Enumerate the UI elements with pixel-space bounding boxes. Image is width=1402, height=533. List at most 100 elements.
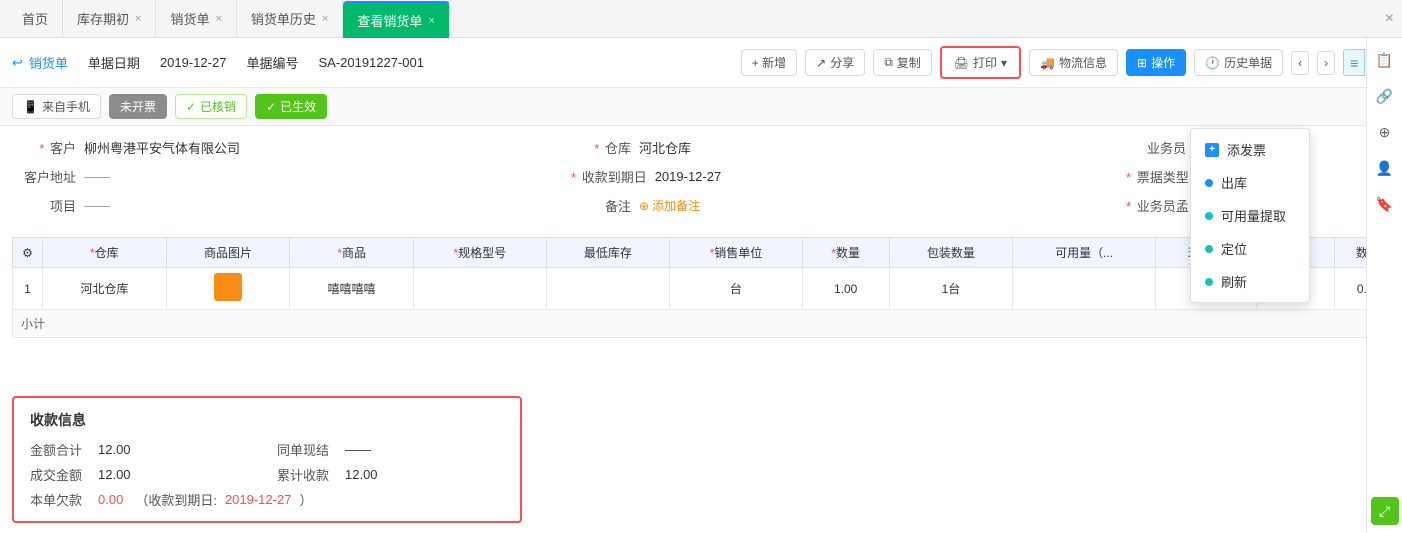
address-field: 客户地址 ——: [16, 167, 571, 186]
tab-view-sales[interactable]: 查看销货单 ×: [343, 1, 449, 38]
sidebar-icon-expand[interactable]: ⤢: [1371, 497, 1399, 525]
project-label: 项目: [16, 196, 76, 215]
tab-home[interactable]: 首页: [8, 0, 63, 37]
copy-icon: ⧉: [884, 55, 893, 70]
sidebar-icon-user[interactable]: 👤: [1371, 154, 1399, 182]
check2-icon: ✓: [266, 100, 276, 114]
check-icon: ✓: [186, 100, 196, 114]
table-header-row: ⚙ *仓库 商品图片 *商品 *规格型号 最低库存 *销售单位 *数量 包装数量…: [13, 238, 1390, 268]
summary-row-received: 累计收款 12.00: [277, 465, 504, 484]
refresh-label: 刷新: [1221, 272, 1247, 291]
locate-label: 定位: [1221, 239, 1247, 258]
payment-date-value: 2019-12-27: [655, 169, 722, 184]
not-opened-button[interactable]: 未开票: [109, 94, 167, 119]
received-label: 累计收款: [277, 465, 337, 484]
form-row-2: 客户地址 —— * 收款到期日 2019-12-27 * 票据类型 不开票: [16, 167, 1386, 186]
tab-sales-history-close[interactable]: ×: [322, 13, 328, 25]
form-row-3: 项目 —— 备注 ⊕ 添加备注 * 业务员孟 ——: [16, 196, 1386, 215]
cell-available: [1013, 268, 1156, 310]
summary-row-total: 金额合计 12.00: [30, 440, 257, 459]
col-available: 可用量（...: [1013, 238, 1156, 268]
customer-label: * 客户: [16, 138, 76, 157]
share-button[interactable]: ↗ 分享: [805, 49, 865, 76]
doc-number-label: 单据编号: [246, 53, 298, 72]
tab-sales-history-label: 销货单历史: [251, 9, 316, 28]
history-label: 历史单据: [1224, 54, 1272, 71]
col-settings[interactable]: ⚙: [13, 238, 43, 268]
logistics-button[interactable]: 🚚 物流信息: [1029, 49, 1118, 76]
add-note-label: 添加备注: [652, 197, 700, 214]
from-mobile-label: 来自手机: [42, 98, 90, 115]
nav-next-button[interactable]: ›: [1317, 51, 1335, 75]
owed-value: 0.00: [98, 492, 123, 507]
sidebar-icon-bookmark[interactable]: 🔖: [1371, 190, 1399, 218]
not-opened-label: 未开票: [120, 98, 156, 115]
deal-label: 成交金额: [30, 465, 90, 484]
summary-row-settle: 同单现结 ——: [277, 440, 504, 459]
dropdown-available[interactable]: 可用量提取: [1191, 199, 1309, 232]
history-button[interactable]: 🕐 历史单据: [1194, 49, 1283, 76]
address-value: ——: [84, 169, 110, 184]
owed-date: 2019-12-27: [225, 492, 292, 507]
summary-title: 收款信息: [30, 410, 504, 430]
ticket-type-label: * 票据类型: [1126, 167, 1189, 186]
col-unit: *销售单位: [670, 238, 803, 268]
view-list-button[interactable]: ≡: [1343, 49, 1365, 76]
add-note-button[interactable]: ⊕ 添加备注: [639, 197, 700, 214]
revoked-button[interactable]: ✓ 已核销: [175, 94, 247, 119]
summary-row-deal: 成交金额 12.00: [30, 465, 257, 484]
dropdown-add-invoice[interactable]: + 添发票: [1191, 133, 1309, 166]
cell-spec: [413, 268, 546, 310]
effective-label: 已生效: [280, 98, 316, 115]
nav-prev-button[interactable]: ‹: [1291, 51, 1309, 75]
tab-sales-history[interactable]: 销货单历史 ×: [237, 0, 343, 37]
owed-label: 本单欠款: [30, 490, 90, 509]
sidebar-icon-link[interactable]: 🔗: [1371, 82, 1399, 110]
sidebar-icon-add[interactable]: ⊕: [1371, 118, 1399, 146]
warehouse-label: * 仓库: [571, 138, 631, 157]
tab-sales-order-close[interactable]: ×: [215, 13, 221, 25]
tab-inventory-init[interactable]: 库存期初 ×: [63, 0, 156, 37]
total-value: 12.00: [98, 442, 131, 457]
customer-value: 柳州粤港平安气体有限公司: [84, 138, 240, 157]
add-invoice-label: 添发票: [1227, 140, 1266, 159]
salesperson-label: * 业务员孟: [1126, 196, 1189, 215]
effective-button[interactable]: ✓ 已生效: [255, 94, 327, 119]
cell-product: 嘻嘻嘻嘻: [290, 268, 414, 310]
logistics-icon: 🚚: [1040, 56, 1055, 70]
cell-seq: 1: [13, 268, 43, 310]
close-all-button[interactable]: ×: [1385, 10, 1394, 28]
sidebar-icon-clipboard[interactable]: 📋: [1371, 46, 1399, 74]
tab-bar: 首页 库存期初 × 销货单 × 销货单历史 × 查看销货单 × ×: [0, 0, 1402, 38]
total-label: 金额合计: [30, 440, 90, 459]
new-button[interactable]: + 新增: [741, 49, 797, 76]
cell-warehouse: 河北仓库: [43, 268, 167, 310]
copy-button[interactable]: ⧉ 复制: [873, 49, 932, 76]
dropdown-locate[interactable]: 定位: [1191, 232, 1309, 265]
from-mobile-button[interactable]: 📱 来自手机: [12, 94, 101, 119]
print-button[interactable]: 🖨 打印 ▾: [944, 50, 1017, 75]
add-note-icon: ⊕: [639, 199, 649, 213]
col-spec: *规格型号: [413, 238, 546, 268]
right-sidebar: 📋 🔗 ⊕ 👤 🔖 ⤢: [1366, 38, 1402, 533]
dropdown-outbound[interactable]: 出库: [1191, 166, 1309, 199]
operations-button[interactable]: ⊞ 操作: [1126, 49, 1186, 76]
print-highlight-box: 🖨 打印 ▾: [940, 46, 1021, 79]
tab-view-sales-close[interactable]: ×: [428, 15, 434, 27]
summary-box: 收款信息 金额合计 12.00 同单现结 —— 成交金额 12.00 累计收款 …: [12, 396, 522, 523]
doc-number-value: SA-20191227-001: [318, 55, 424, 70]
table-row: 1 河北仓库 嘻嘻嘻嘻 台 1.00 1台 12.00 0.: [13, 268, 1390, 310]
tab-sales-order[interactable]: 销货单 ×: [156, 0, 236, 37]
doc-meta: 单据日期 2019-12-27 单据编号 SA-20191227-001: [88, 53, 424, 72]
employee-label: 业务员: [1126, 138, 1186, 157]
received-value: 12.00: [345, 467, 378, 482]
tab-inventory-close[interactable]: ×: [135, 13, 141, 25]
col-pack-qty: 包装数量: [889, 238, 1013, 268]
doc-title-icon: ↩: [12, 55, 23, 71]
print-dropdown-arrow[interactable]: ▾: [1001, 56, 1007, 70]
dropdown-refresh[interactable]: 刷新: [1191, 265, 1309, 298]
subtotal-row: 小计: [13, 310, 1390, 338]
doc-date-value: 2019-12-27: [160, 55, 227, 70]
history-icon: 🕐: [1205, 56, 1220, 70]
locate-icon: [1205, 245, 1213, 253]
